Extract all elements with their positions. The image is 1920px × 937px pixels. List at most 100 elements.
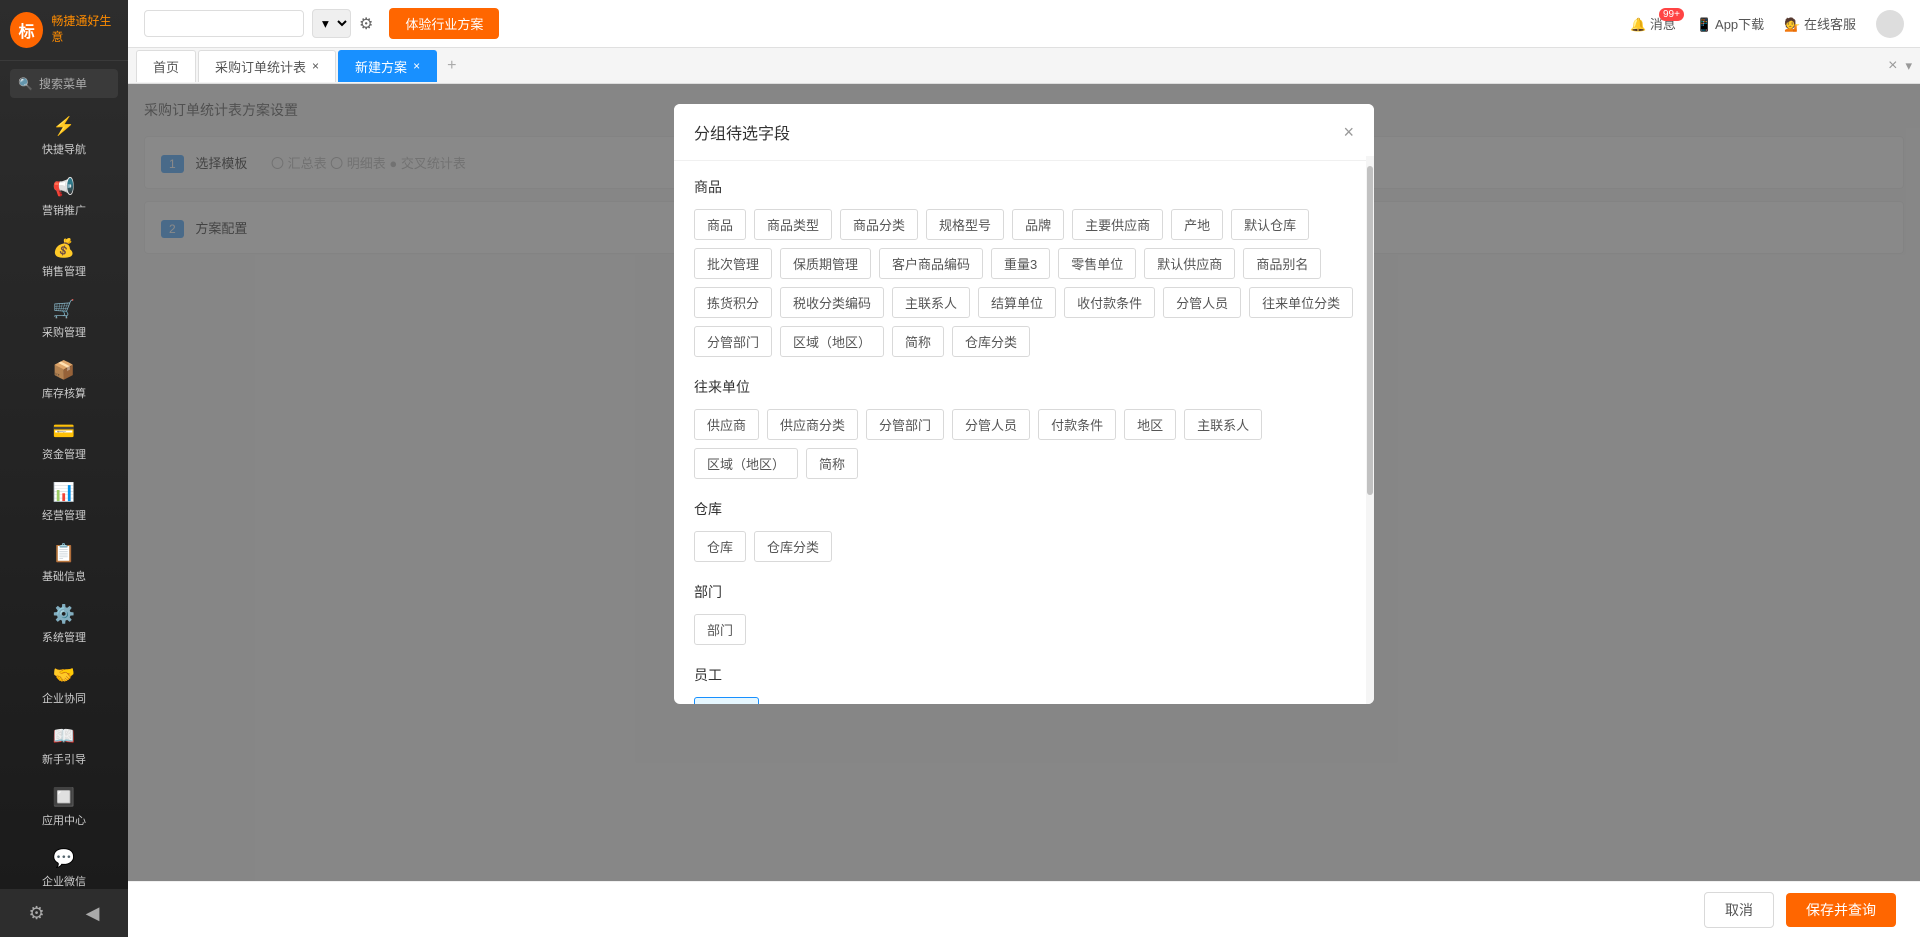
quick-nav-icon: ⚡ bbox=[53, 116, 75, 137]
field-tag-main-contact2[interactable]: 主联系人 bbox=[1184, 409, 1262, 440]
sidebar-item-label: 采购管理 bbox=[42, 324, 86, 340]
field-tag-unit-category[interactable]: 往来单位分类 bbox=[1249, 287, 1353, 318]
product-tags: 商品 商品类型 商品分类 规格型号 品牌 主要供应商 产地 默认仓库 批次管理 … bbox=[694, 209, 1354, 357]
field-tag-brand[interactable]: 品牌 bbox=[1012, 209, 1064, 240]
field-tag-region2[interactable]: 区域（地区） bbox=[694, 448, 798, 479]
field-tag-supplier-category[interactable]: 供应商分类 bbox=[767, 409, 858, 440]
field-tag-short-name2[interactable]: 简称 bbox=[806, 448, 858, 479]
search-menu-label: 搜索菜单 bbox=[39, 75, 87, 92]
user-avatar[interactable] bbox=[1876, 10, 1904, 38]
field-tag-product-category[interactable]: 商品分类 bbox=[840, 209, 918, 240]
field-tag-default-warehouse[interactable]: 默认仓库 bbox=[1231, 209, 1309, 240]
tab-bar-expand[interactable]: ▾ bbox=[1905, 58, 1912, 74]
confirm-button[interactable]: 保存并查询 bbox=[1786, 893, 1896, 927]
field-tag-customer-code[interactable]: 客户商品编码 bbox=[879, 248, 983, 279]
field-tag-weight3[interactable]: 重量3 bbox=[991, 248, 1050, 279]
search-menu-button[interactable]: 🔍 搜索菜单 bbox=[10, 69, 118, 98]
tab-label: 采购订单统计表 bbox=[215, 57, 306, 76]
field-tag-spec-type[interactable]: 规格型号 bbox=[926, 209, 1004, 240]
staff-tags: 业务员 bbox=[694, 697, 1354, 704]
sidebar-item-marketing[interactable]: 📢 营销推广 bbox=[0, 167, 128, 228]
sidebar-item-sales[interactable]: 💰 销售管理 bbox=[0, 228, 128, 289]
field-tag-dept2[interactable]: 分管部门 bbox=[866, 409, 944, 440]
modal-body[interactable]: 商品 商品 商品类型 商品分类 规格型号 品牌 主要供应商 产地 默认仓库 批次… bbox=[674, 161, 1374, 704]
field-tag-retail-unit[interactable]: 零售单位 bbox=[1058, 248, 1136, 279]
section-counterpart-title: 往来单位 bbox=[694, 377, 1354, 397]
header-search-input[interactable] bbox=[144, 10, 304, 37]
experience-btn[interactable]: 体验行业方案 bbox=[389, 8, 499, 39]
coop-icon: 🤝 bbox=[53, 665, 75, 686]
field-tag-dept[interactable]: 分管部门 bbox=[694, 326, 772, 357]
cancel-button[interactable]: 取消 bbox=[1704, 892, 1774, 928]
section-department: 部门 部门 bbox=[694, 582, 1354, 645]
sidebar-item-label: 销售管理 bbox=[42, 263, 86, 279]
sidebar-item-purchase[interactable]: 🛒 采购管理 bbox=[0, 289, 128, 350]
field-tag-manager2[interactable]: 分管人员 bbox=[952, 409, 1030, 440]
field-tag-warehouse[interactable]: 仓库 bbox=[694, 531, 746, 562]
field-tag-salesman[interactable]: 业务员 bbox=[694, 697, 759, 704]
section-counterpart: 往来单位 供应商 供应商分类 分管部门 分管人员 付款条件 地区 主联系人 区域… bbox=[694, 377, 1354, 479]
modal-overlay: 分组待选字段 × 商品 商品 商品类型 商品分类 规格型号 品牌 主要供应商 产… bbox=[128, 84, 1920, 937]
field-tag-product-type[interactable]: 商品类型 bbox=[754, 209, 832, 240]
field-tag-expiry-mgmt[interactable]: 保质期管理 bbox=[780, 248, 871, 279]
sidebar-item-label: 经营管理 bbox=[42, 507, 86, 523]
modal-scrollbar-thumb[interactable] bbox=[1367, 166, 1373, 495]
field-tag-product-alias[interactable]: 商品别名 bbox=[1243, 248, 1321, 279]
tab-purchase-stats[interactable]: 采购订单统计表 × bbox=[198, 50, 336, 82]
field-tag-pick-points[interactable]: 拣货积分 bbox=[694, 287, 772, 318]
field-tag-batch-mgmt[interactable]: 批次管理 bbox=[694, 248, 772, 279]
sidebar-item-quick-nav[interactable]: ⚡ 快捷导航 bbox=[0, 106, 128, 167]
department-tags: 部门 bbox=[694, 614, 1354, 645]
field-tag-payment-cond[interactable]: 付款条件 bbox=[1038, 409, 1116, 440]
tab-bar-close[interactable]: × bbox=[1888, 57, 1897, 75]
tab-add-button[interactable]: + bbox=[439, 53, 464, 79]
sidebar-item-coop[interactable]: 🤝 企业协同 bbox=[0, 655, 128, 716]
field-tag-tax-code[interactable]: 税收分类编码 bbox=[780, 287, 884, 318]
field-tag-payment-terms[interactable]: 收付款条件 bbox=[1064, 287, 1155, 318]
field-tag-manager[interactable]: 分管人员 bbox=[1163, 287, 1241, 318]
sidebar-item-operations[interactable]: 📊 经营管理 bbox=[0, 472, 128, 533]
tab-close-new-plan[interactable]: × bbox=[413, 59, 420, 73]
field-tag-main-supplier[interactable]: 主要供应商 bbox=[1072, 209, 1163, 240]
sidebar-item-system[interactable]: ⚙️ 系统管理 bbox=[0, 594, 128, 655]
sidebar-item-apps[interactable]: 🔲 应用中心 bbox=[0, 777, 128, 838]
download-icon: 📱 bbox=[1696, 17, 1712, 32]
field-tag-supplier[interactable]: 供应商 bbox=[694, 409, 759, 440]
section-staff-title: 员工 bbox=[694, 665, 1354, 685]
tab-home[interactable]: 首页 bbox=[136, 50, 196, 82]
field-tag-warehouse-cat[interactable]: 仓库分类 bbox=[754, 531, 832, 562]
field-tag-warehouse-category[interactable]: 仓库分类 bbox=[952, 326, 1030, 357]
gear-icon[interactable]: ⚙ bbox=[359, 14, 373, 34]
header-dropdown[interactable]: ▾ bbox=[312, 9, 351, 38]
sidebar-item-label: 基础信息 bbox=[42, 568, 86, 584]
sidebar-search-area: 🔍 搜索菜单 bbox=[0, 61, 128, 106]
tab-close-purchase-stats[interactable]: × bbox=[312, 59, 319, 73]
field-tag-default-supplier[interactable]: 默认供应商 bbox=[1144, 248, 1235, 279]
modal-close-button[interactable]: × bbox=[1343, 123, 1354, 141]
field-tag-department[interactable]: 部门 bbox=[694, 614, 746, 645]
collapse-icon[interactable]: ◀ bbox=[86, 903, 100, 924]
field-tag-settlement-unit[interactable]: 结算单位 bbox=[978, 287, 1056, 318]
field-tag-main-contact[interactable]: 主联系人 bbox=[892, 287, 970, 318]
sidebar-item-basics[interactable]: 📋 基础信息 bbox=[0, 533, 128, 594]
wechat-icon: 💬 bbox=[53, 848, 75, 869]
warehouse-tags: 仓库 仓库分类 bbox=[694, 531, 1354, 562]
field-tag-product[interactable]: 商品 bbox=[694, 209, 746, 240]
search-icon: 🔍 bbox=[18, 77, 33, 91]
field-tag-region[interactable]: 区域（地区） bbox=[780, 326, 884, 357]
sidebar-item-finance[interactable]: 💳 资金管理 bbox=[0, 411, 128, 472]
field-tag-area[interactable]: 地区 bbox=[1124, 409, 1176, 440]
app-download-link[interactable]: 📱 App下载 bbox=[1696, 14, 1764, 33]
notification-badge[interactable]: 🔔 99+ 消息 bbox=[1630, 14, 1676, 33]
section-department-title: 部门 bbox=[694, 582, 1354, 602]
tab-new-plan[interactable]: 新建方案 × bbox=[338, 50, 437, 82]
online-service-link[interactable]: 💁 在线客服 bbox=[1784, 14, 1856, 33]
field-tag-origin[interactable]: 产地 bbox=[1171, 209, 1223, 240]
service-icon: 💁 bbox=[1784, 17, 1800, 32]
sidebar-item-guide[interactable]: 📖 新手引导 bbox=[0, 716, 128, 777]
settings-bottom-icon[interactable]: ⚙ bbox=[29, 903, 45, 924]
field-tag-short-name[interactable]: 简称 bbox=[892, 326, 944, 357]
counterpart-tags: 供应商 供应商分类 分管部门 分管人员 付款条件 地区 主联系人 区域（地区） … bbox=[694, 409, 1354, 479]
section-product-title: 商品 bbox=[694, 177, 1354, 197]
sidebar-item-inventory[interactable]: 📦 库存核算 bbox=[0, 350, 128, 411]
